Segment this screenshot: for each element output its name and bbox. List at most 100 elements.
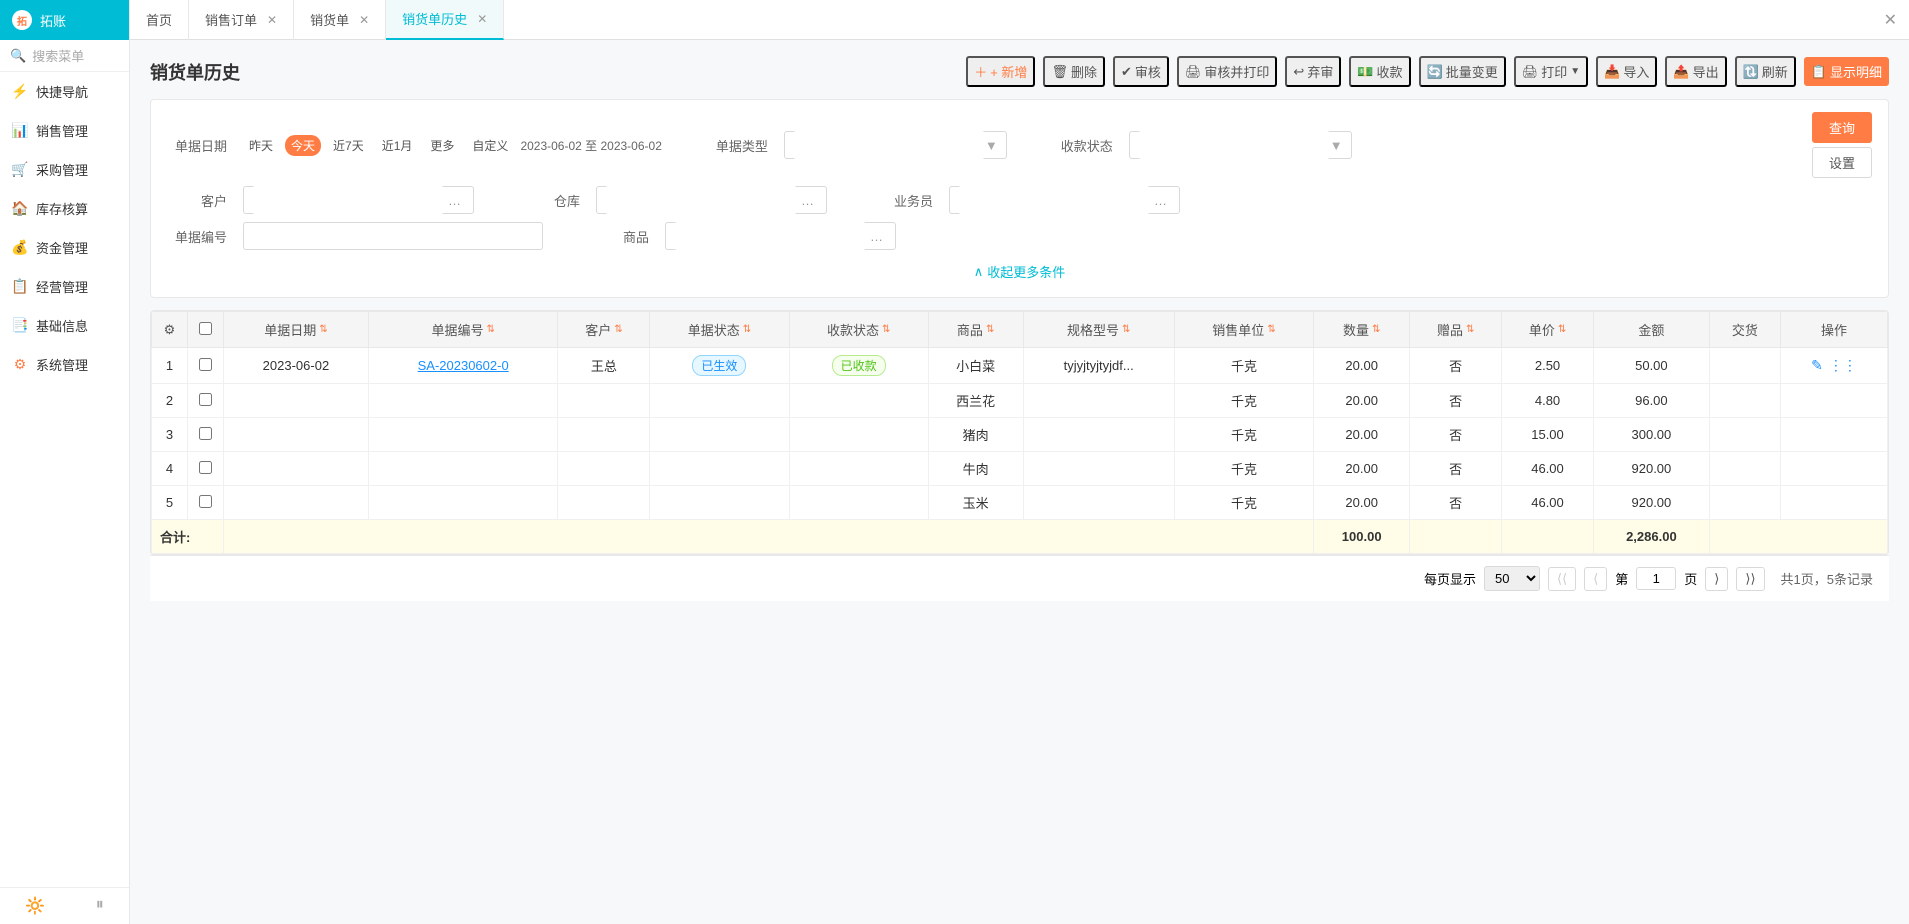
- query-button[interactable]: 查询: [1812, 112, 1872, 143]
- doc-no-input[interactable]: [243, 222, 543, 250]
- row-num-5: 5: [152, 486, 188, 520]
- row-checkbox-4[interactable]: [199, 461, 212, 474]
- collect-button[interactable]: 💵 收款: [1349, 56, 1410, 87]
- warehouse-input[interactable]: [605, 186, 797, 214]
- sidebar-item-sales-mgmt[interactable]: 📊 销售管理: [0, 111, 129, 150]
- tab-sales-order-close[interactable]: ✕: [267, 13, 277, 27]
- print-button[interactable]: 🖨 打印 ▼: [1514, 56, 1588, 87]
- payment-status-label: 收款状态: [1053, 136, 1113, 155]
- col-payment-status[interactable]: 收款状态 ⇅: [789, 312, 928, 348]
- col-customer[interactable]: 客户 ⇅: [558, 312, 650, 348]
- sort-sales-unit-icon: ⇅: [1267, 324, 1275, 335]
- warehouse-ellipsis-btn[interactable]: …: [797, 193, 818, 208]
- sidebar-collapse-icon[interactable]: 🔆: [25, 896, 45, 916]
- per-page-select[interactable]: 50 100 200: [1484, 566, 1540, 591]
- col-setting[interactable]: ⚙: [152, 312, 188, 348]
- salesperson-input[interactable]: [958, 186, 1150, 214]
- payment-status-input[interactable]: [1138, 131, 1330, 159]
- col-goods[interactable]: 商品 ⇅: [928, 312, 1023, 348]
- select-all-checkbox[interactable]: [199, 322, 212, 335]
- edit-icon-1[interactable]: ✎: [1811, 357, 1823, 374]
- batch-change-button[interactable]: 🔄 批量变更: [1419, 56, 1506, 87]
- shortcut-more[interactable]: 更多: [424, 135, 460, 156]
- sidebar-pin-icon[interactable]: ⏸: [96, 896, 104, 916]
- sidebar-item-purchase-mgmt[interactable]: 🛒 采购管理: [0, 150, 129, 189]
- col-doc-status[interactable]: 单据状态 ⇅: [650, 312, 789, 348]
- sidebar-item-operations[interactable]: 📋 经营管理: [0, 267, 129, 306]
- shortcut-7days[interactable]: 近7天: [327, 135, 370, 156]
- sales-unit-3: 千克: [1174, 418, 1313, 452]
- col-doc-no[interactable]: 单据编号 ⇅: [368, 312, 558, 348]
- abandon-button[interactable]: ↩ 弃审: [1285, 56, 1341, 87]
- sidebar-item-label-quick-nav: 快捷导航: [36, 82, 88, 101]
- sidebar-item-quick-nav[interactable]: ⚡ 快捷导航: [0, 72, 129, 111]
- row-num-3: 3: [152, 418, 188, 452]
- doc-no-1[interactable]: SA-20230602-0: [368, 348, 558, 384]
- salesperson-ellipsis-btn[interactable]: …: [1150, 193, 1171, 208]
- checkbox-2[interactable]: [188, 384, 224, 418]
- last-page-btn[interactable]: ⟩⟩: [1736, 567, 1764, 591]
- tab-sales-history[interactable]: 销货单历史 ✕: [386, 0, 504, 40]
- search-menu-label[interactable]: 搜索菜单: [32, 46, 84, 65]
- row-checkbox-2[interactable]: [199, 393, 212, 406]
- doc-type-dropdown-icon[interactable]: ▼: [985, 138, 998, 153]
- next-page-btn[interactable]: ⟩: [1705, 567, 1728, 591]
- print-dropdown-icon: ▼: [1570, 66, 1580, 77]
- shortcut-1month[interactable]: 近1月: [376, 135, 419, 156]
- finance-icon: 💰: [12, 240, 28, 256]
- col-quantity[interactable]: 数量 ⇅: [1314, 312, 1410, 348]
- gift-1: 否: [1410, 348, 1502, 384]
- col-doc-date[interactable]: 单据日期 ⇅: [224, 312, 369, 348]
- tab-sales-order[interactable]: 销售订单 ✕: [189, 0, 294, 40]
- export-button[interactable]: 📤 导出: [1665, 56, 1726, 87]
- page-input[interactable]: [1636, 567, 1676, 590]
- tab-sales-history-close[interactable]: ✕: [477, 12, 487, 26]
- quantity-3: 20.00: [1314, 418, 1410, 452]
- tab-home[interactable]: 首页: [130, 0, 189, 40]
- sort-spec-model-icon: ⇅: [1122, 324, 1130, 335]
- refresh-button[interactable]: 🔃 刷新: [1735, 56, 1796, 87]
- setting-button[interactable]: 设置: [1812, 147, 1872, 178]
- customer-input[interactable]: [252, 186, 444, 214]
- customer-ellipsis-btn[interactable]: …: [444, 193, 465, 208]
- audit-button[interactable]: ✔ 审核: [1113, 56, 1169, 87]
- row-checkbox-1[interactable]: [199, 358, 212, 371]
- shortcut-yesterday[interactable]: 昨天: [243, 135, 279, 156]
- col-spec-model[interactable]: 规格型号 ⇅: [1023, 312, 1174, 348]
- show-detail-button[interactable]: 📋 显示明细: [1804, 57, 1889, 86]
- tab-sales-delivery-close[interactable]: ✕: [359, 13, 369, 27]
- doc-type-input[interactable]: [793, 131, 985, 159]
- sidebar-item-inventory[interactable]: 🏠 库存核算: [0, 189, 129, 228]
- sidebar-item-basic-info[interactable]: 📑 基础信息: [0, 306, 129, 345]
- sidebar-item-system-mgmt[interactable]: ⚙ 系统管理: [0, 345, 129, 384]
- goods-ellipsis-btn[interactable]: …: [866, 229, 887, 244]
- goods-input[interactable]: [674, 222, 866, 250]
- row-checkbox-5[interactable]: [199, 495, 212, 508]
- shortcut-today[interactable]: 今天: [285, 135, 321, 156]
- audit-print-icon: 🖨: [1185, 64, 1202, 80]
- checkbox-3[interactable]: [188, 418, 224, 452]
- new-button[interactable]: ＋ + 新增: [966, 56, 1035, 87]
- filter-collapse-btn[interactable]: ∧ 收起更多条件: [167, 258, 1872, 285]
- shortcut-custom[interactable]: 自定义: [466, 135, 514, 156]
- col-sales-unit[interactable]: 销售单位 ⇅: [1174, 312, 1313, 348]
- first-page-btn[interactable]: ⟨⟨: [1548, 567, 1576, 591]
- close-window-btn[interactable]: ✕: [1872, 10, 1909, 30]
- tab-sales-delivery[interactable]: 销货单 ✕: [294, 0, 386, 40]
- quantity-5: 20.00: [1314, 486, 1410, 520]
- sidebar-item-finance[interactable]: 💰 资金管理: [0, 228, 129, 267]
- delete-button[interactable]: 🗑 删除: [1043, 56, 1105, 87]
- row-checkbox-3[interactable]: [199, 427, 212, 440]
- import-button[interactable]: 📥 导入: [1596, 56, 1657, 87]
- prev-page-btn[interactable]: ⟨: [1584, 567, 1607, 591]
- payment-status-dropdown-icon[interactable]: ▼: [1330, 138, 1343, 153]
- checkbox-1[interactable]: [188, 348, 224, 384]
- audit-print-button[interactable]: 🖨 审核并打印: [1177, 56, 1278, 87]
- gift-2: 否: [1410, 384, 1502, 418]
- total-info: 共1页，5条记录: [1781, 569, 1873, 588]
- col-unit-price[interactable]: 单价 ⇅: [1502, 312, 1594, 348]
- col-gift[interactable]: 赠品 ⇅: [1410, 312, 1502, 348]
- more-icon-1[interactable]: ⋮⋮: [1829, 357, 1857, 374]
- filter-panel: 单据日期 昨天 今天 近7天 近1月 更多 自定义 2023-06-02 至 2…: [150, 99, 1889, 298]
- col-checkbox-header[interactable]: [188, 312, 224, 348]
